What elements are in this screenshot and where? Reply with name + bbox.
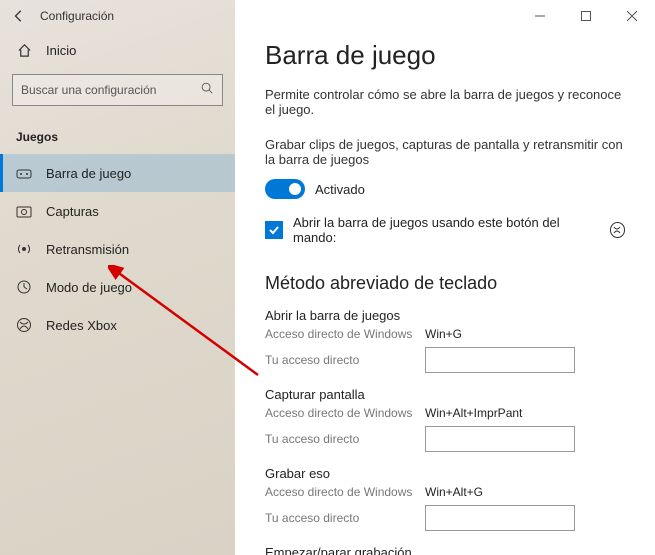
sidebar-item-barra-de-juego[interactable]: Barra de juego bbox=[0, 154, 235, 192]
shortcut-windows-value: Win+Alt+ImprPant bbox=[425, 406, 625, 420]
page-description: Permite controlar cómo se abre la barra … bbox=[265, 87, 625, 117]
home-button[interactable]: Inicio bbox=[0, 32, 235, 68]
sidebar-item-label: Barra de juego bbox=[46, 166, 131, 181]
shortcut-windows-label: Acceso directo de Windows bbox=[265, 406, 425, 420]
broadcast-icon bbox=[16, 241, 32, 257]
gamebar-icon bbox=[16, 165, 32, 181]
sidebar-item-label: Modo de juego bbox=[46, 280, 132, 295]
shortcut-user-input[interactable] bbox=[425, 505, 575, 531]
shortcut-windows-label: Acceso directo de Windows bbox=[265, 485, 425, 499]
home-label: Inicio bbox=[46, 43, 76, 58]
shortcut-block: Empezar/parar grabación Acceso directo d… bbox=[265, 545, 625, 555]
shortcut-user-input[interactable] bbox=[425, 347, 575, 373]
toggle-label: Activado bbox=[315, 182, 365, 197]
xbox-icon bbox=[16, 317, 32, 333]
sidebar-item-label: Capturas bbox=[46, 204, 99, 219]
shortcut-block: Abrir la barra de juegos Acceso directo … bbox=[265, 308, 625, 373]
back-button[interactable] bbox=[10, 7, 28, 25]
sidebar-item-modo-de-juego[interactable]: Modo de juego bbox=[0, 268, 235, 306]
search-input[interactable] bbox=[21, 83, 200, 97]
shortcut-windows-value: Win+Alt+G bbox=[425, 485, 625, 499]
xbox-button-icon bbox=[610, 222, 626, 238]
shortcut-title: Capturar pantalla bbox=[265, 387, 625, 402]
shortcut-windows-label: Acceso directo de Windows bbox=[265, 327, 425, 341]
captures-icon bbox=[16, 203, 32, 219]
gamemode-icon bbox=[16, 279, 32, 295]
shortcut-block: Capturar pantalla Acceso directo de Wind… bbox=[265, 387, 625, 452]
shortcut-title: Abrir la barra de juegos bbox=[265, 308, 625, 323]
shortcut-user-label: Tu acceso directo bbox=[265, 353, 425, 367]
sidebar-item-capturas[interactable]: Capturas bbox=[0, 192, 235, 230]
category-label: Juegos bbox=[0, 122, 235, 154]
search-icon bbox=[200, 81, 214, 100]
page-title: Barra de juego bbox=[265, 40, 625, 71]
gamebar-toggle[interactable] bbox=[265, 179, 305, 199]
shortcut-title: Empezar/parar grabación bbox=[265, 545, 625, 555]
checkbox-label: Abrir la barra de juegos usando este bot… bbox=[293, 215, 596, 245]
shortcut-title: Grabar eso bbox=[265, 466, 625, 481]
shortcut-user-input[interactable] bbox=[425, 426, 575, 452]
shortcuts-heading: Método abreviado de teclado bbox=[265, 273, 625, 294]
maximize-button[interactable] bbox=[563, 0, 609, 32]
home-icon bbox=[16, 42, 32, 58]
sidebar-item-redes-xbox[interactable]: Redes Xbox bbox=[0, 306, 235, 344]
shortcut-windows-value: Win+G bbox=[425, 327, 625, 341]
shortcut-block: Grabar eso Acceso directo de Windows Win… bbox=[265, 466, 625, 531]
sidebar-item-retransmision[interactable]: Retransmisión bbox=[0, 230, 235, 268]
minimize-button[interactable] bbox=[517, 0, 563, 32]
shortcut-user-label: Tu acceso directo bbox=[265, 511, 425, 525]
sidebar-item-label: Redes Xbox bbox=[46, 318, 117, 333]
sidebar: Inicio Juegos Barra de juego Capturas Re… bbox=[0, 0, 235, 555]
shortcut-user-label: Tu acceso directo bbox=[265, 432, 425, 446]
controller-checkbox[interactable] bbox=[265, 221, 283, 239]
sidebar-item-label: Retransmisión bbox=[46, 242, 129, 257]
search-box[interactable] bbox=[12, 74, 223, 106]
content-area: Barra de juego Permite controlar cómo se… bbox=[235, 0, 655, 555]
close-button[interactable] bbox=[609, 0, 655, 32]
record-description: Grabar clips de juegos, capturas de pant… bbox=[265, 137, 625, 167]
